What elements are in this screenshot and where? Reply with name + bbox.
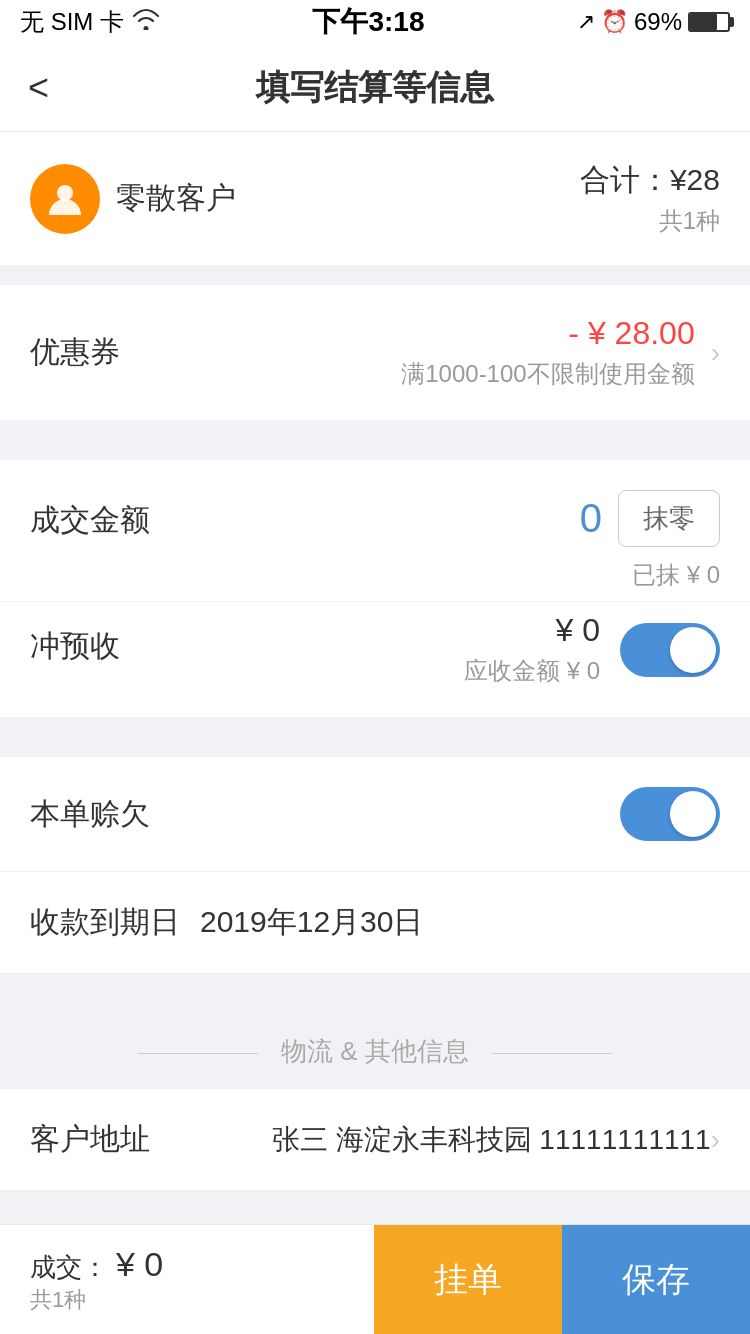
battery-percent: 69%: [634, 8, 682, 36]
customer-avatar: [30, 164, 100, 234]
bottom-deal-count: 共1种: [30, 1285, 344, 1315]
coupon-condition: 满1000-100不限制使用金额: [401, 358, 694, 390]
logistics-label: 物流 & 其他信息: [281, 1036, 469, 1066]
customer-total: 合计：¥28: [580, 160, 720, 201]
alarm-icon: ⏰: [601, 9, 628, 35]
logistics-separator: 物流 & 其他信息: [0, 1014, 750, 1089]
prepayment-row: 冲预收 ¥ 0 应收金额 ¥ 0: [0, 602, 750, 717]
section-divider-3: [0, 994, 750, 1014]
status-left: 无 SIM 卡: [20, 6, 160, 38]
coupon-discount: - ¥ 28.00: [401, 315, 694, 352]
credit-label: 本单赊欠: [30, 794, 150, 835]
section-divider-1: [0, 440, 750, 460]
coupon-right: - ¥ 28.00 满1000-100不限制使用金额 ›: [401, 315, 720, 390]
status-time: 下午3:18: [312, 3, 424, 41]
address-value: 张三 海淀永丰科技园 11111111111: [170, 1121, 711, 1159]
prepayment-label: 冲预收: [30, 612, 120, 667]
prepayment-right: ¥ 0 应收金额 ¥ 0: [464, 612, 720, 687]
customer-right: 合计：¥28 共1种: [580, 160, 720, 237]
credit-right: [620, 787, 720, 841]
content: 零散客户 合计：¥28 共1种 优惠券 - ¥ 28.00 满1000-100不…: [0, 132, 750, 1334]
svg-point-0: [57, 185, 73, 201]
bottom-bar: 成交： ¥ 0 共1种 挂单 保存: [0, 1224, 750, 1334]
customer-section: 零散客户 合计：¥28 共1种: [0, 132, 750, 265]
chevron-right-icon: ›: [711, 337, 720, 369]
address-row[interactable]: 客户地址 张三 海淀永丰科技园 11111111111 ›: [0, 1089, 750, 1190]
customer-left: 零散客户: [30, 164, 236, 234]
deal-amount-row: 成交金额 0 抹零 已抹 ¥ 0: [0, 460, 750, 602]
address-chevron-icon: ›: [711, 1124, 720, 1156]
customer-count: 共1种: [580, 205, 720, 237]
location-icon: ↗: [577, 9, 595, 35]
prepayment-value: ¥ 0: [464, 612, 600, 649]
bottom-deal-info: 成交： ¥ 0 共1种: [0, 1245, 374, 1315]
carrier-label: 无 SIM 卡: [20, 6, 124, 38]
prepayment-sub: 应收金额 ¥ 0: [464, 655, 600, 687]
wifi-icon: [132, 8, 160, 36]
bottom-deal-amount: ¥ 0: [116, 1245, 163, 1284]
coupon-label: 优惠券: [30, 332, 120, 373]
battery-icon: [688, 12, 730, 32]
credit-section: 本单赊欠 收款到期日 2019年12月30日: [0, 757, 750, 974]
due-date-label: 收款到期日: [30, 902, 180, 943]
address-section: 客户地址 张三 海淀永丰科技园 11111111111 ›: [0, 1089, 750, 1190]
deal-amount-value[interactable]: 0: [580, 496, 602, 541]
due-date-row: 收款到期日 2019年12月30日: [0, 872, 750, 974]
status-bar: 无 SIM 卡 下午3:18 ↗ ⏰ 69%: [0, 0, 750, 44]
coupon-row[interactable]: 优惠券 - ¥ 28.00 满1000-100不限制使用金额 ›: [0, 285, 750, 420]
back-button[interactable]: <: [28, 67, 49, 109]
deal-amount-label: 成交金额: [30, 490, 150, 541]
coupon-section: 优惠券 - ¥ 28.00 满1000-100不限制使用金额 ›: [0, 285, 750, 420]
address-label: 客户地址: [30, 1119, 150, 1160]
credit-row: 本单赊欠: [0, 757, 750, 872]
status-right: ↗ ⏰ 69%: [577, 8, 730, 36]
deal-already-rounded: 已抹 ¥ 0: [632, 559, 720, 591]
page-title: 填写结算等信息: [256, 65, 494, 111]
customer-name: 零散客户: [116, 178, 236, 219]
due-date-value[interactable]: 2019年12月30日: [200, 902, 423, 943]
section-divider-2: [0, 737, 750, 757]
save-button[interactable]: 保存: [562, 1225, 750, 1335]
nav-bar: < 填写结算等信息: [0, 44, 750, 132]
deal-section: 成交金额 0 抹零 已抹 ¥ 0 冲预收 ¥ 0 应收金额 ¥ 0: [0, 460, 750, 717]
prepayment-toggle[interactable]: [620, 623, 720, 677]
hang-button[interactable]: 挂单: [374, 1225, 562, 1335]
credit-toggle[interactable]: [620, 787, 720, 841]
bottom-deal-label: 成交：: [30, 1250, 108, 1285]
deal-amount-right: 0 抹零 已抹 ¥ 0: [580, 490, 720, 591]
round-zero-button[interactable]: 抹零: [618, 490, 720, 547]
